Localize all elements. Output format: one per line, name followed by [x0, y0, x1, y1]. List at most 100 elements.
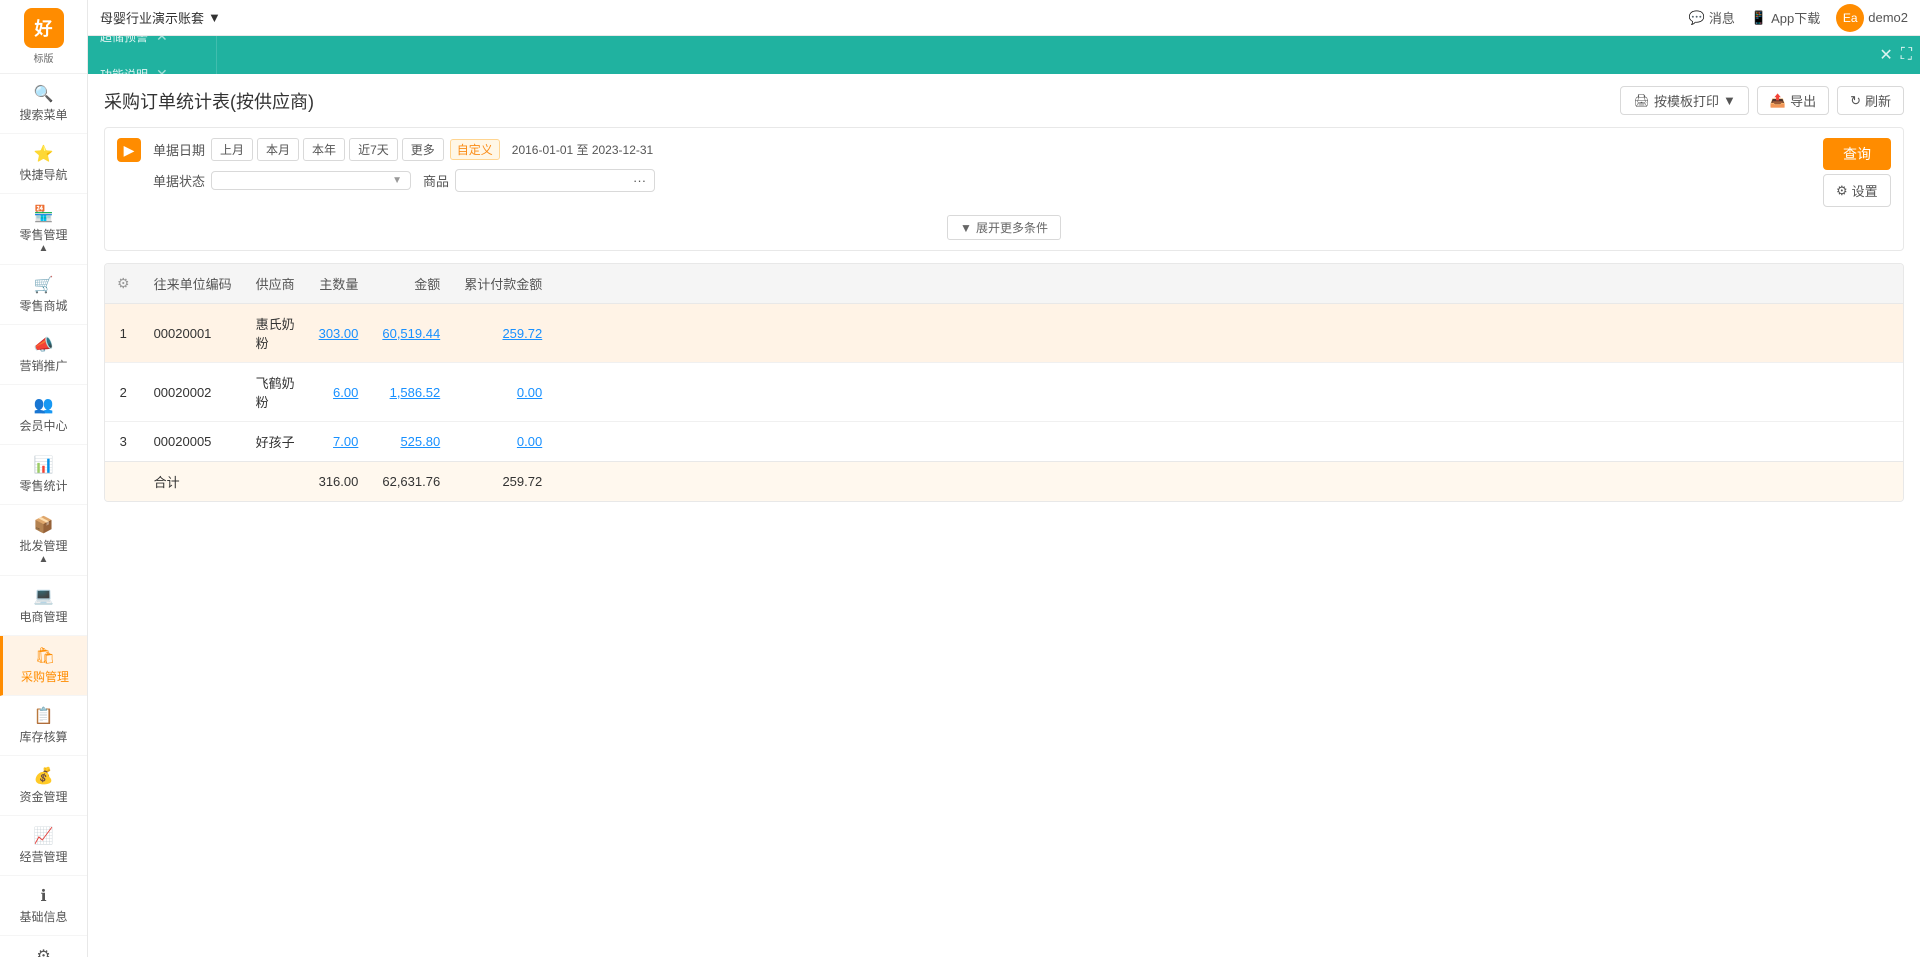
refresh-label: 刷新 [1865, 91, 1891, 110]
goods-label: 商品 [423, 171, 449, 190]
sidebar-icon-inventory: 📋 [34, 706, 54, 726]
logo-area: 好 标版 [0, 0, 87, 74]
filter-row-2: 单据状态 ▼ 商品 ··· [153, 169, 1811, 192]
data-table: ⚙ 往来单位编码 供应商 主数量 金额 累计付款金额 1 00020001 惠氏… [105, 264, 1903, 501]
cell-quantity-1[interactable]: 6.00 [307, 363, 371, 422]
export-btn[interactable]: 📤 导出 [1757, 86, 1829, 115]
sidebar-item-finance[interactable]: 💰 资金管理 [0, 756, 87, 816]
sidebar-item-retail-stats[interactable]: 📊 零售统计 [0, 445, 87, 505]
table-wrap: ⚙ 往来单位编码 供应商 主数量 金额 累计付款金额 1 00020001 惠氏… [104, 263, 1904, 502]
cell-supplier-2: 好孩子 [244, 422, 307, 462]
tab-function-desc[interactable]: 功能说明✕ [88, 55, 217, 74]
topbar: 母婴行业演示账套 ▼ 💬 消息 📱 App下载 Ea demo2 [88, 0, 1920, 36]
close-tab-btn[interactable]: ✕ [1879, 45, 1892, 65]
filter-toggle-btn[interactable]: ▶ [117, 138, 141, 162]
main-area: 母婴行业演示账套 ▼ 💬 消息 📱 App下载 Ea demo2 首页收发存汇总… [88, 0, 1920, 957]
goods-more-icon[interactable]: ··· [633, 173, 646, 188]
expand-tab-btn[interactable]: ⛶ [1901, 46, 1912, 64]
sidebar-item-purchase-mgmt[interactable]: 🛍 采购管理 [0, 636, 87, 696]
cell-paid-1[interactable]: 0.00 [452, 363, 554, 422]
sidebar-item-search[interactable]: 🔍 搜索菜单 [0, 74, 87, 134]
sidebar-icon-retail-mgmt: 🏪 [34, 204, 54, 224]
gear-icon[interactable]: ⚙ [117, 275, 130, 291]
sidebar-item-wholesale-mgmt[interactable]: 📦 批发管理 ▲ [0, 505, 87, 576]
date-filter: 单据日期 上月 本月 本年 近7天 更多 自定义 [153, 138, 500, 161]
cell-amount-2[interactable]: 525.80 [370, 422, 452, 462]
cell-extra-0 [554, 304, 1903, 363]
status-filter: 单据状态 ▼ [153, 171, 411, 190]
col-amount-header: 金额 [370, 264, 452, 304]
filter-area: ▶ 单据日期 上月 本月 本年 近7天 更多 [104, 127, 1904, 251]
goods-input[interactable] [464, 174, 633, 188]
app-download-btn[interactable]: 📱 App下载 [1751, 8, 1820, 27]
sidebar-label-quick-nav: 快捷导航 [19, 166, 67, 183]
sidebar-item-marketing[interactable]: 📣 营销推广 [0, 325, 87, 385]
cell-amount-1[interactable]: 1,586.52 [370, 363, 452, 422]
app-download-icon: 📱 [1751, 10, 1767, 26]
date-range: 2016-01-01 至 2023-12-31 [512, 141, 653, 158]
sidebar-item-retail-mgmt[interactable]: 🏪 零售管理 ▲ [0, 194, 87, 265]
refresh-btn[interactable]: ↻ 刷新 [1837, 86, 1904, 115]
message-icon: 💬 [1689, 10, 1705, 26]
sidebar-item-retail-mall[interactable]: 🛒 零售商城 [0, 265, 87, 325]
status-select[interactable]: ▼ [211, 171, 411, 190]
filter-right-actions: 查询 ⚙ 设置 [1823, 138, 1891, 207]
table-header-row: ⚙ 往来单位编码 供应商 主数量 金额 累计付款金额 [105, 264, 1903, 304]
goods-filter: 商品 ··· [423, 169, 655, 192]
footer-empty-1 [105, 462, 142, 502]
query-btn[interactable]: 查询 [1823, 138, 1891, 170]
sidebar-item-ecommerce[interactable]: 💻 电商管理 [0, 576, 87, 636]
table-row: 3 00020005 好孩子 7.00 525.80 0.00 [105, 422, 1903, 462]
tabbar: 首页收发存汇总表✕要货单统计表✕可用量库存账本✕保质期查询✕超储预警✕功能说明✕… [88, 36, 1920, 74]
tab-close-function-desc[interactable]: ✕ [156, 66, 168, 75]
status-label: 单据状态 [153, 171, 205, 190]
date-shortcuts: 上月 本月 本年 近7天 更多 [211, 138, 444, 161]
user-profile[interactable]: Ea demo2 [1836, 4, 1908, 32]
cell-amount-0[interactable]: 60,519.44 [370, 304, 452, 363]
date-btn-this-month[interactable]: 本月 [257, 138, 299, 161]
settings-label: 设置 [1852, 181, 1878, 200]
tab-overstock-warning[interactable]: 超储预警✕ [88, 36, 217, 55]
expand-btn[interactable]: ▼ 展开更多条件 [947, 215, 1061, 240]
messages-btn[interactable]: 💬 消息 [1689, 8, 1735, 27]
col-quantity-header: 主数量 [307, 264, 371, 304]
date-label: 单据日期 [153, 140, 205, 159]
tab-close-overstock-warning[interactable]: ✕ [156, 36, 168, 45]
expand-row: ▼ 展开更多条件 [117, 215, 1891, 240]
sidebar-label-wholesale-mgmt: 批发管理 [19, 537, 67, 554]
date-btn-last-month[interactable]: 上月 [211, 138, 253, 161]
store-selector[interactable]: 母婴行业演示账套 ▼ [100, 8, 221, 27]
cell-seq-1: 2 [105, 363, 142, 422]
sidebar-item-basic-info[interactable]: ℹ 基础信息 [0, 876, 87, 936]
date-btn-more[interactable]: 更多 [402, 138, 444, 161]
sidebar-item-operations[interactable]: 📈 经营管理 [0, 816, 87, 876]
sidebar-item-quick-nav[interactable]: ⭐ 快捷导航 [0, 134, 87, 194]
sidebar-label-search: 搜索菜单 [19, 106, 67, 123]
print-btn[interactable]: 🖨 按模板打印 ▼ [1620, 86, 1748, 115]
footer-paid: 259.72 [452, 462, 554, 502]
sidebar-label-basic-info: 基础信息 [19, 908, 67, 925]
cell-quantity-0[interactable]: 303.00 [307, 304, 371, 363]
export-icon: 📤 [1770, 93, 1786, 109]
sidebar-label-marketing: 营销推广 [19, 357, 67, 374]
col-extra-header [554, 264, 1903, 304]
cell-paid-0[interactable]: 259.72 [452, 304, 554, 363]
print-label: 按模板打印 [1654, 91, 1719, 110]
sidebar-item-inventory[interactable]: 📋 库存核算 [0, 696, 87, 756]
table-row: 2 00020002 飞鹤奶粉 6.00 1,586.52 0.00 [105, 363, 1903, 422]
settings-btn[interactable]: ⚙ 设置 [1823, 174, 1891, 207]
page-title: 采购订单统计表(按供应商) [104, 88, 314, 114]
sidebar-item-member-center[interactable]: 👥 会员中心 [0, 385, 87, 445]
date-btn-7days[interactable]: 近7天 [349, 138, 398, 161]
cell-extra-1 [554, 363, 1903, 422]
date-btn-this-year[interactable]: 本年 [303, 138, 345, 161]
sidebar-label-retail-stats: 零售统计 [19, 477, 67, 494]
sidebar-arrow-retail-mgmt: ▲ [39, 243, 49, 254]
sidebar-item-system-mgmt[interactable]: ⚙ 系统管理 [0, 936, 87, 957]
sidebar-label-operations: 经营管理 [19, 848, 67, 865]
sidebar-icon-system-mgmt: ⚙ [36, 946, 50, 957]
sidebar-label-retail-mall: 零售商城 [19, 297, 67, 314]
cell-paid-2[interactable]: 0.00 [452, 422, 554, 462]
print-icon: 🖨 [1633, 93, 1650, 109]
cell-quantity-2[interactable]: 7.00 [307, 422, 371, 462]
